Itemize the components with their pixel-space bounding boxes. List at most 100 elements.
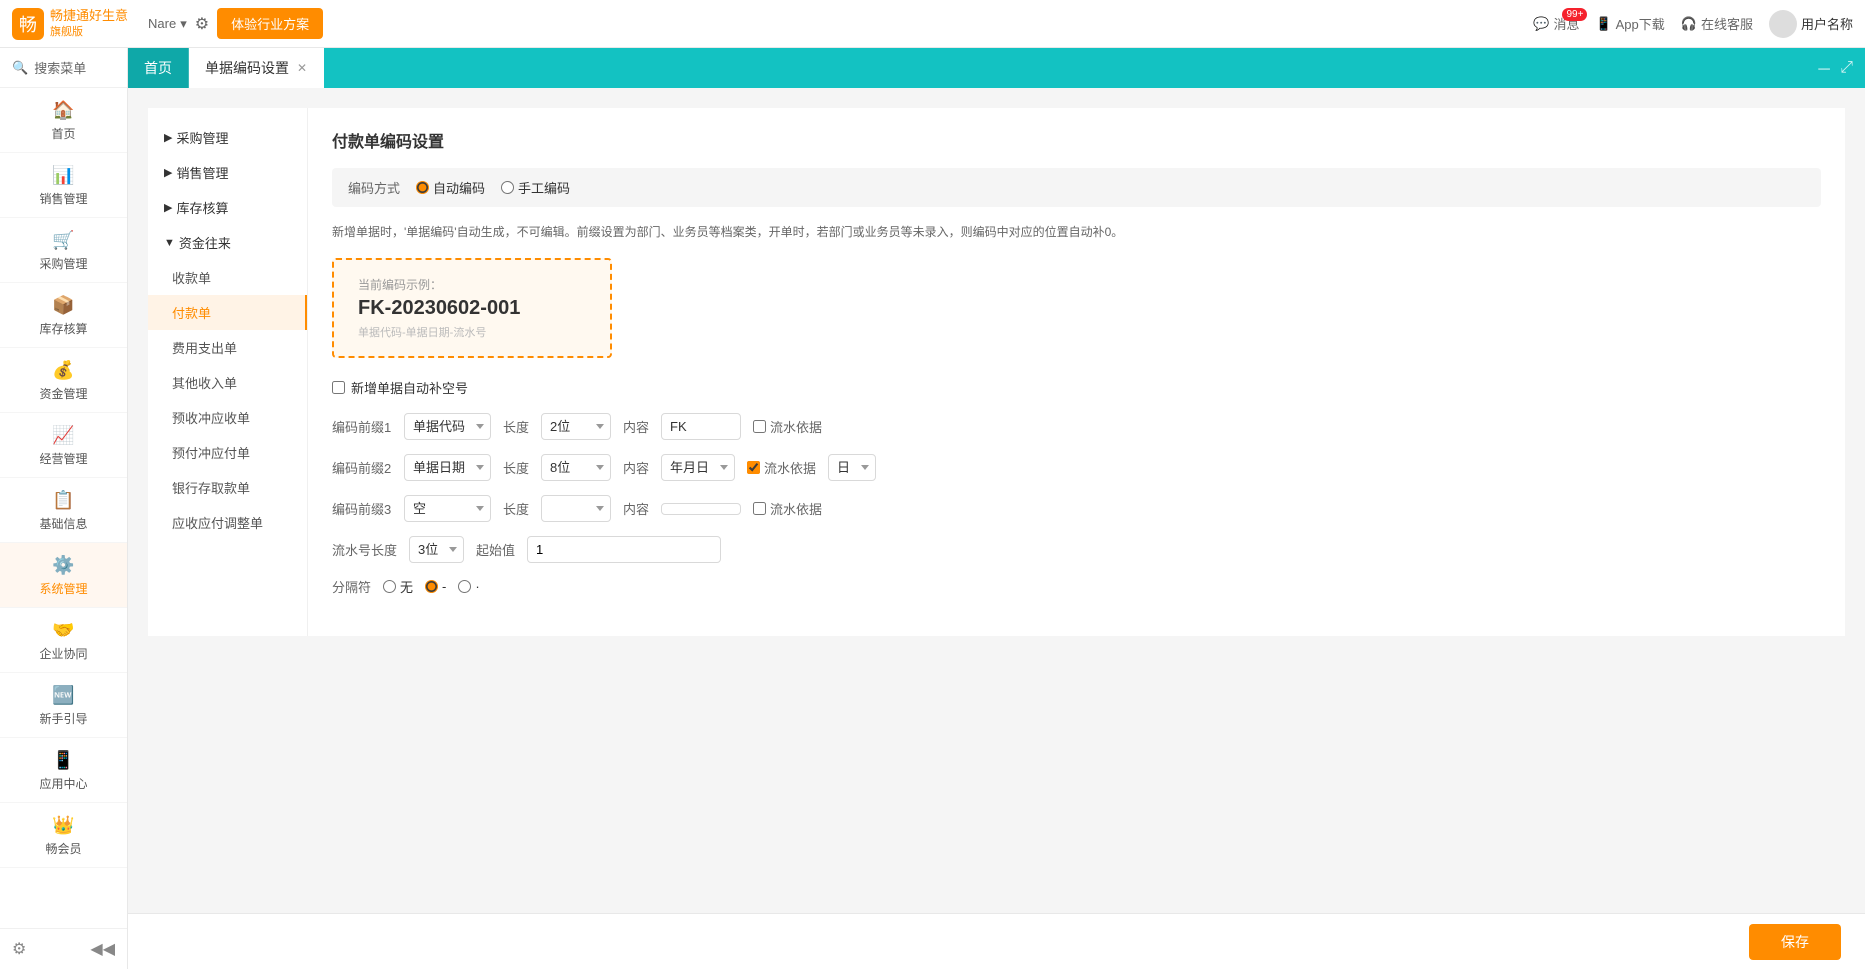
- serial-length-select[interactable]: 3位 4位 5位 6位: [409, 536, 464, 563]
- length-1-label: 长度: [503, 417, 529, 436]
- sidebar-search[interactable]: 🔍 搜索菜单: [0, 48, 127, 88]
- download-icon: 📱: [1595, 16, 1611, 32]
- finance-icon: 💰: [52, 360, 74, 381]
- sidebar-item-sales[interactable]: 📊 销售管理: [0, 153, 127, 218]
- start-value-label: 起始值: [476, 540, 515, 559]
- sep-none-option[interactable]: 无: [383, 577, 413, 596]
- sep-dot-option[interactable]: ·: [458, 579, 479, 594]
- sidebar-item-purchase[interactable]: 🛒 采购管理: [0, 218, 127, 283]
- enterprise-icon: 🤝: [52, 620, 74, 641]
- trial-button[interactable]: 体验行业方案: [217, 8, 323, 39]
- sidebar-collapse-icon[interactable]: ◀◀: [90, 939, 115, 959]
- top-bar-left: 畅 畅捷通好生意 旗舰版 Nare ▾ ⚙ 体验行业方案: [12, 8, 1533, 40]
- sub-item-payment[interactable]: 付款单: [148, 295, 307, 330]
- auto-fill-label[interactable]: 新增单据自动补空号: [351, 378, 468, 397]
- content-3-value: [661, 503, 741, 515]
- message-button[interactable]: 💬 消息 99+: [1533, 14, 1579, 33]
- sub-group-finance-title[interactable]: ▼ 资金往来: [148, 225, 307, 260]
- sub-group-sales: ▶ 销售管理: [148, 155, 307, 190]
- sidebar-item-inventory[interactable]: 📦 库存核算: [0, 283, 127, 348]
- sep-none-radio[interactable]: [383, 580, 396, 593]
- prefix-3-select[interactable]: 空 单据代码 单据日期: [404, 495, 491, 522]
- prefix-2-select[interactable]: 单据日期 单据代码 空: [404, 454, 491, 481]
- tab-bar: 首页 单据编码设置 ✕ － ⤢: [128, 48, 1865, 88]
- tab-maximize-icon[interactable]: ⤢: [1840, 59, 1853, 77]
- tab-encoding[interactable]: 单据编码设置 ✕: [189, 48, 324, 88]
- message-icon: 💬: [1533, 16, 1549, 32]
- radio-manual-encoding[interactable]: 手工编码: [501, 178, 570, 197]
- nav-dropdown[interactable]: Nare ▾: [148, 16, 187, 32]
- radio-auto-encoding[interactable]: 自动编码: [416, 178, 485, 197]
- service-button[interactable]: 🎧 在线客服: [1681, 14, 1753, 33]
- prefix-1-label: 编码前缀1: [332, 417, 392, 436]
- content-2-select[interactable]: 年月日 年月 年: [661, 454, 735, 481]
- tab-bar-actions: － ⤢: [1816, 56, 1865, 80]
- sidebar-item-operations[interactable]: 📈 经营管理: [0, 413, 127, 478]
- app-download-button[interactable]: 📱 App下载: [1595, 14, 1664, 33]
- settings-gear-icon[interactable]: ⚙: [12, 939, 26, 959]
- prefix-row-2: 编码前缀2 单据日期 单据代码 空 长度 8位 2位 4位 6位 内容 年月日 …: [332, 454, 1821, 481]
- prefix-2-label: 编码前缀2: [332, 458, 392, 477]
- sub-group-inventory-title[interactable]: ▶ 库存核算: [148, 190, 307, 225]
- stream-2-checkbox[interactable]: [747, 461, 760, 474]
- length-3-select[interactable]: [541, 495, 611, 522]
- sub-item-advance-pay[interactable]: 预付冲应付单: [148, 435, 307, 470]
- sidebar-item-enterprise[interactable]: 🤝 企业协同: [0, 608, 127, 673]
- user-avatar-area[interactable]: 用户名称: [1769, 10, 1853, 38]
- content-3-label: 内容: [623, 499, 649, 518]
- sidebar-item-apps[interactable]: 📱 应用中心: [0, 738, 127, 803]
- sidebar-item-system[interactable]: ⚙️ 系统管理: [0, 543, 127, 608]
- tab-close-icon[interactable]: ✕: [297, 61, 307, 75]
- sidebar-item-finance[interactable]: 💰 资金管理: [0, 348, 127, 413]
- tab-home[interactable]: 首页: [128, 48, 189, 88]
- auto-fill-checkbox[interactable]: [332, 381, 345, 394]
- sub-item-expense[interactable]: 费用支出单: [148, 330, 307, 365]
- sub-item-bank-deposit[interactable]: 银行存取款单: [148, 470, 307, 505]
- tab-minimize-icon[interactable]: －: [1816, 56, 1832, 80]
- save-button[interactable]: 保存: [1749, 924, 1841, 960]
- sep-dot-radio[interactable]: [458, 580, 471, 593]
- stream-2-checkbox-label[interactable]: 流水依据: [747, 458, 816, 477]
- stream-1-checkbox[interactable]: [753, 420, 766, 433]
- sub-item-ar-ap-adj[interactable]: 应收应付调整单: [148, 505, 307, 540]
- sidebar-item-home[interactable]: 🏠 首页: [0, 88, 127, 153]
- brand-text: 畅捷通好生意 旗舰版: [50, 8, 128, 40]
- separator-row: 分隔符 无 - ·: [332, 577, 1821, 596]
- length-2-select[interactable]: 8位 2位 4位 6位: [541, 454, 611, 481]
- top-bar-nav: Nare ▾ ⚙: [148, 14, 209, 34]
- member-icon: 👑: [52, 815, 74, 836]
- top-bar-right: 💬 消息 99+ 📱 App下载 🎧 在线客服 用户名称: [1533, 10, 1853, 38]
- length-2-label: 长度: [503, 458, 529, 477]
- panel-title: 付款单编码设置: [332, 128, 1821, 152]
- settings-icon[interactable]: ⚙: [195, 14, 209, 34]
- brand-logo: 畅: [12, 8, 44, 40]
- content-2-label: 内容: [623, 458, 649, 477]
- content-wrapper: ▶ 采购管理 ▶ 销售管理 ▶ 库存核算 ▼ 资金往来: [148, 108, 1845, 636]
- sidebar-item-basic[interactable]: 📋 基础信息: [0, 478, 127, 543]
- stream-3-checkbox[interactable]: [753, 502, 766, 515]
- sub-group-finance: ▼ 资金往来 收款单 付款单 费用支出单 其他收入单 预收冲应收单 预付冲应付单…: [148, 225, 307, 540]
- expand-sales-icon: ▶: [164, 166, 172, 179]
- sub-item-advance-recv[interactable]: 预收冲应收单: [148, 400, 307, 435]
- sub-item-receipt[interactable]: 收款单: [148, 260, 307, 295]
- prefix-row-1: 编码前缀1 单据代码 单据日期 空 长度 2位 4位 6位 8位 内容 FK 流: [332, 413, 1821, 440]
- encoding-method-label: 编码方式: [348, 178, 400, 197]
- stream-2-unit-select[interactable]: 日 月 年: [828, 454, 876, 481]
- apps-icon: 📱: [52, 750, 74, 771]
- start-value-input[interactable]: [527, 536, 721, 563]
- serial-row: 流水号长度 3位 4位 5位 6位 起始值: [332, 536, 1821, 563]
- sep-dash-radio[interactable]: [425, 580, 438, 593]
- stream-1-checkbox-label[interactable]: 流水依据: [753, 417, 822, 436]
- encoding-radio-group: 自动编码 手工编码: [416, 178, 570, 197]
- sep-dash-option[interactable]: -: [425, 579, 446, 594]
- sub-group-purchase-title[interactable]: ▶ 采购管理: [148, 120, 307, 155]
- sidebar-item-guide[interactable]: 🆕 新手引导: [0, 673, 127, 738]
- code-preview: 当前编码示例： FK-20230602-001 单据代码-单据日期-流水号: [332, 258, 612, 358]
- right-panel: 付款单编码设置 编码方式 自动编码 手工编码 新增单据时，'单据编码'自动生成，…: [308, 108, 1845, 636]
- sub-group-sales-title[interactable]: ▶ 销售管理: [148, 155, 307, 190]
- length-1-select[interactable]: 2位 4位 6位 8位: [541, 413, 611, 440]
- prefix-1-select[interactable]: 单据代码 单据日期 空: [404, 413, 491, 440]
- sidebar-item-member[interactable]: 👑 畅会员: [0, 803, 127, 868]
- sub-item-other-income[interactable]: 其他收入单: [148, 365, 307, 400]
- stream-3-checkbox-label[interactable]: 流水依据: [753, 499, 822, 518]
